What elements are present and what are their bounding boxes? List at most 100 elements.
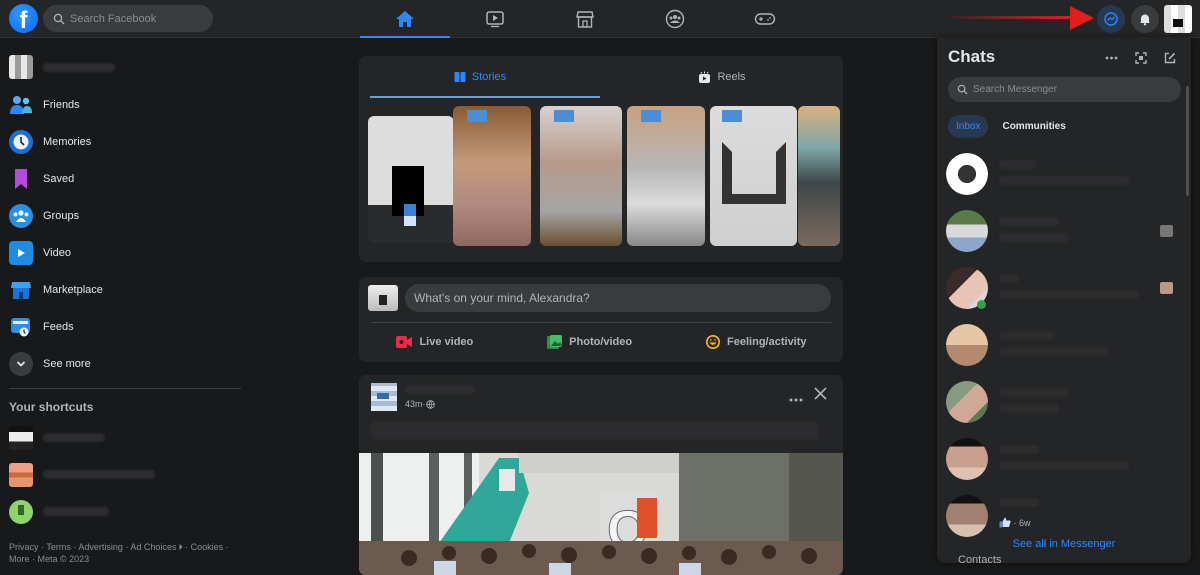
story-thumbnail[interactable] [540,106,622,246]
tab-stories[interactable]: Stories [359,56,601,98]
bell-icon [1140,14,1150,26]
chat-list-item[interactable] [937,203,1185,260]
video-icon [486,11,504,28]
facebook-logo[interactable]: f [9,4,38,33]
photo-video-button[interactable]: Photo/video [546,334,632,350]
footer-link-cookies[interactable]: Cookies [191,542,224,552]
sidebar-item-see-more[interactable]: See more [0,345,250,382]
shortcut-item[interactable] [0,419,250,456]
expand-chats-button[interactable] [1133,50,1148,65]
gaming-icon [754,13,776,25]
post-time[interactable]: 43m [405,399,423,409]
new-message-button[interactable] [1162,50,1177,65]
tab-reels[interactable]: Reels [601,56,843,98]
sidebar-item-saved[interactable]: Saved [0,160,250,197]
sidebar-label: Feeds [43,320,74,333]
chat-list-scrollbar[interactable] [1186,86,1189,196]
chat-list-item[interactable] [937,317,1185,374]
story-thumbnail[interactable] [453,106,531,246]
story-thumbnail[interactable] [710,106,797,246]
sidebar-item-feeds[interactable]: Feeds [0,308,250,345]
left-sidebar: Friends Memories Saved Groups Video Mark… [0,48,250,530]
footer-link-advertising[interactable]: Advertising [78,542,123,552]
nav-gaming[interactable] [720,0,810,38]
see-all-in-messenger-link[interactable]: See all in Messenger [937,538,1191,550]
close-icon [814,387,827,400]
chat-list-item[interactable] [937,374,1185,431]
chat-list-item[interactable] [937,260,1185,317]
seen-avatar [1160,225,1173,237]
post-image[interactable]: C [359,453,843,575]
profile-name-blurred [43,62,115,72]
sidebar-item-profile[interactable] [0,48,250,86]
more-horizontal-icon [1105,56,1118,59]
chat-preview-blurred [999,233,1069,242]
home-icon [396,11,414,27]
whats-on-your-mind-input[interactable] [405,284,831,312]
sidebar-label: Groups [43,209,80,222]
feeds-icon [9,315,33,339]
footer-link-ad-choices[interactable]: Ad Choices [130,542,176,552]
groups-icon [665,9,685,29]
story-create[interactable] [368,116,454,243]
groups-icon [9,203,33,228]
chat-last-activity: · 6w [999,517,1031,528]
feed-post: 43m · C [359,375,843,575]
sidebar-item-groups[interactable]: Groups [0,197,250,234]
feeling-activity-button[interactable]: Feeling/activity [705,334,807,350]
chat-options-button[interactable] [1104,50,1119,65]
chat-name-blurred [999,217,1059,226]
live-video-button[interactable]: Live video [395,335,473,349]
sidebar-divider [9,388,241,389]
seen-avatar [1160,282,1173,294]
search-icon [53,13,65,24]
sidebar-label: Saved [43,172,75,185]
composer-avatar [368,285,398,311]
footer-link-more[interactable]: More [9,554,30,564]
separator: · [29,554,38,564]
tab-label: Stories [471,71,507,83]
nav-marketplace[interactable] [540,0,630,38]
chat-avatar [946,381,988,423]
story-thumbnail[interactable] [627,106,705,246]
sidebar-item-video[interactable]: Video [0,234,250,271]
separator: · [1011,517,1019,528]
logo-letter: f [19,7,28,33]
smiley-icon [705,334,721,350]
footer-link-terms[interactable]: Terms [46,542,71,552]
more-options-button[interactable] [789,389,803,407]
notifications-button[interactable] [1131,5,1159,33]
chat-tabs: Inbox Communities [948,115,1074,138]
messenger-search-box[interactable] [948,77,1181,102]
search-box[interactable] [43,5,213,32]
post-author-name-blurred[interactable] [405,385,475,394]
nav-groups[interactable] [630,0,720,38]
footer-link-privacy[interactable]: Privacy [9,542,39,552]
chat-list-item[interactable] [937,431,1185,488]
tab-inbox[interactable]: Inbox [948,115,989,138]
chat-preview-blurred [999,404,1059,413]
messenger-search-input[interactable] [973,84,1153,95]
story-thumbnail[interactable] [798,106,840,246]
post-author-avatar[interactable] [371,383,397,411]
marketplace-icon [9,278,33,302]
shortcut-item[interactable] [0,493,250,530]
chat-list-item[interactable]: · 6w [937,488,1185,545]
annotation-arrow-head [1070,6,1094,30]
nav-home[interactable] [360,0,450,38]
sidebar-item-friends[interactable]: Friends [0,86,250,123]
shortcut-item[interactable] [0,456,250,493]
account-avatar[interactable] [1164,5,1192,33]
chat-list-item[interactable] [937,146,1185,203]
messenger-button[interactable] [1097,5,1125,33]
sidebar-item-memories[interactable]: Memories [0,123,250,160]
action-label: Photo/video [569,336,633,348]
thumbs-up-icon [999,517,1011,528]
nav-video[interactable] [450,0,540,38]
sidebar-item-marketplace[interactable]: Marketplace [0,271,250,308]
separator: · [182,542,191,552]
search-input[interactable] [70,12,200,25]
annotation-arrow-shaft [950,16,1070,19]
tab-communities[interactable]: Communities [994,115,1073,138]
hide-post-button[interactable] [814,387,827,405]
